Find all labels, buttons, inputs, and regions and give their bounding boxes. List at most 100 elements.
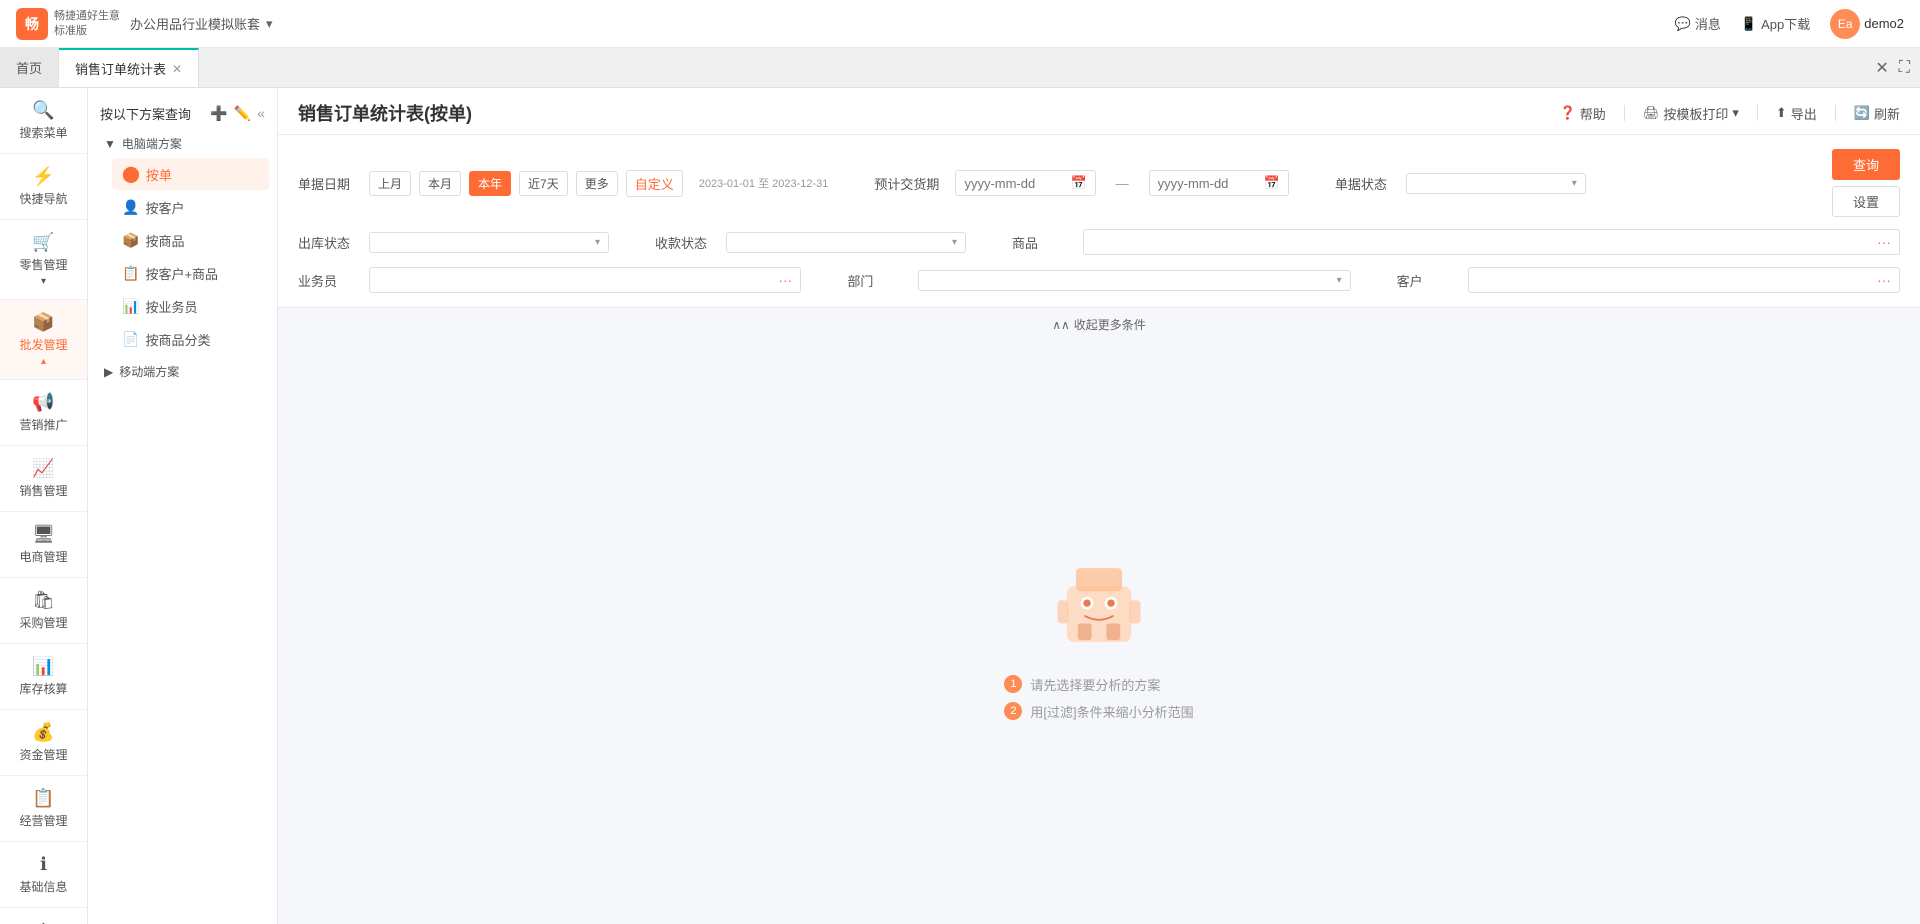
breadcrumb-dropdown-icon[interactable]: ▾: [266, 16, 273, 32]
customer-more-icon[interactable]: ···: [1877, 272, 1891, 288]
bill-status-dropdown-icon: ▾: [1572, 178, 1577, 189]
message-icon: 💬: [1675, 16, 1691, 32]
download-icon: 📱: [1741, 16, 1757, 32]
avatar: Ea: [1830, 9, 1860, 39]
scheme-item-by-order[interactable]: ⬤ 按单: [112, 158, 269, 190]
retail-icon: 🛒: [32, 232, 54, 253]
sidebar-item-base-info[interactable]: ℹ 基础信息: [0, 842, 87, 908]
divider-1: [1624, 105, 1625, 121]
search-icon: 🔍: [32, 100, 54, 121]
wholesale-icon: 📦: [32, 312, 54, 333]
customer-input-wrapper[interactable]: ···: [1468, 267, 1900, 293]
collapse-bar[interactable]: ∧∧ 收起更多条件: [278, 308, 1920, 341]
date-btn-last-month[interactable]: 上月: [369, 171, 411, 196]
sidebar-item-operation[interactable]: 📋 经营管理: [0, 776, 87, 842]
sidebar-item-search[interactable]: 🔍 搜索菜单: [0, 88, 87, 154]
date-separator: —: [1116, 176, 1129, 191]
hint-num-1: 1: [1004, 675, 1022, 693]
empty-hint-1: 1 请先选择要分析的方案: [1004, 675, 1193, 694]
expected-date-start-input[interactable]: 📅: [955, 170, 1095, 196]
goods-input-wrapper[interactable]: ···: [1083, 229, 1900, 255]
setting-button[interactable]: 设置: [1832, 186, 1900, 217]
marketing-icon: 📢: [32, 392, 54, 413]
bill-status-select[interactable]: ▾: [1406, 173, 1586, 194]
logo-area: 畅 畅捷通好生意 标准版: [16, 8, 120, 40]
expected-start-field[interactable]: [964, 176, 1064, 191]
delivery-status-dropdown-icon: ▾: [595, 237, 600, 248]
collapse-bar-content: ∧∧ 收起更多条件: [1052, 316, 1146, 333]
date-range-text: 2023-01-01 至 2023-12-31: [699, 175, 829, 191]
scheme-item-by-customer[interactable]: 👤 按客户: [112, 192, 269, 223]
sidebar-item-sales[interactable]: 📈 销售管理: [0, 446, 87, 512]
add-scheme-button[interactable]: ➕: [210, 105, 227, 122]
sidebar-item-quick-nav[interactable]: ⚡ 快捷导航: [0, 154, 87, 220]
sidebar-label-operation: 经营管理: [19, 812, 67, 829]
salesman-input-wrapper[interactable]: ···: [369, 267, 801, 293]
scheme-item-by-salesman-label: 按业务员: [145, 297, 197, 316]
scheme-item-by-customer-label: 按客户: [145, 198, 184, 217]
retail-expand-icon: ▾: [41, 276, 46, 287]
empty-hint-2: 2 用[过滤]条件来缩小分析范围: [1004, 702, 1193, 721]
date-btn-custom[interactable]: 自定义: [626, 170, 683, 197]
export-button[interactable]: ⬆ 导出: [1776, 104, 1817, 123]
sidebar-item-wholesale[interactable]: 📦 批发管理 ▴: [0, 300, 87, 380]
expected-end-field[interactable]: [1158, 176, 1258, 191]
edit-scheme-button[interactable]: ✏️: [234, 105, 251, 122]
refresh-button[interactable]: 🔄 刷新: [1854, 104, 1900, 123]
query-button[interactable]: 查询: [1832, 149, 1900, 180]
page-title-bar: 销售订单统计表(按单) ❓ 帮助 🖨 按模板打印 ▾ ⬆: [278, 88, 1920, 135]
sidebar-item-finance[interactable]: 💰 资金管理: [0, 710, 87, 776]
date-btn-last7[interactable]: 近7天: [519, 171, 568, 196]
date-btn-this-year[interactable]: 本年: [469, 171, 511, 196]
sidebar-label-base-info: 基础信息: [19, 878, 67, 895]
app-download-button[interactable]: 📱 App下载: [1741, 14, 1810, 33]
delivery-status-select[interactable]: ▾: [369, 232, 609, 253]
left-panel-header: 按以下方案查询 ➕ ✏️ «: [88, 98, 277, 129]
empty-svg: [1039, 545, 1159, 665]
scheme-group-pc-title[interactable]: ▼ 电脑端方案: [96, 129, 269, 158]
tab-fullscreen-icon[interactable]: ⛶: [1899, 59, 1910, 77]
sidebar-item-retail[interactable]: 🛒 零售管理 ▾: [0, 220, 87, 300]
sidebar-item-ecommerce[interactable]: 🖥 电商管理: [0, 512, 87, 578]
base-info-icon: ℹ: [40, 854, 47, 875]
hint-text-1: 请先选择要分析的方案: [1030, 675, 1160, 694]
scheme-item-by-cust-goods[interactable]: 📋 按客户+商品: [112, 258, 269, 289]
date-btn-more[interactable]: 更多: [576, 171, 618, 196]
scheme-items-pc: ⬤ 按单 👤 按客户 📦 按商品 📋 按客户+商品: [96, 158, 269, 355]
date-btn-this-month[interactable]: 本月: [419, 171, 461, 196]
scheme-item-by-salesman[interactable]: 📊 按业务员: [112, 291, 269, 322]
main-layout: 🔍 搜索菜单 ⚡ 快捷导航 🛒 零售管理 ▾ 📦 批发管理 ▴ 📢 营销推广 📈…: [0, 88, 1920, 924]
filter-row-3: 业务员 ··· 部门 ▾ 客户 ···: [298, 267, 1900, 293]
goods-more-icon[interactable]: ···: [1877, 234, 1891, 250]
tab-home[interactable]: 首页: [0, 48, 59, 87]
refresh-icon: 🔄: [1854, 105, 1870, 121]
filter-row-1: 单据日期 上月 本月 本年 近7天 更多 自定义 2023-01-01 至 20…: [298, 149, 1900, 217]
sidebar-item-sys-mgmt[interactable]: ⚙ 系统管理: [0, 908, 87, 924]
dept-dropdown-icon: ▾: [1337, 275, 1342, 286]
by-cust-goods-icon: 📋: [122, 265, 139, 282]
help-button[interactable]: ❓ 帮助: [1560, 104, 1606, 123]
expected-date-end-input[interactable]: 📅: [1149, 170, 1289, 196]
scheme-item-by-category[interactable]: 📄 按商品分类: [112, 324, 269, 355]
scheme-item-by-goods[interactable]: 📦 按商品: [112, 225, 269, 256]
tab-close-all-icon[interactable]: ✕: [1875, 58, 1888, 78]
tab-sales-stat[interactable]: 销售订单统计表 ✕: [59, 48, 199, 87]
left-panel-title: 按以下方案查询: [100, 104, 191, 123]
user-area[interactable]: Ea demo2: [1830, 9, 1904, 39]
tab-close-button[interactable]: ✕: [172, 62, 182, 76]
dept-select[interactable]: ▾: [918, 270, 1350, 291]
sidebar: 🔍 搜索菜单 ⚡ 快捷导航 🛒 零售管理 ▾ 📦 批发管理 ▴ 📢 营销推广 📈…: [0, 88, 88, 924]
sidebar-item-inventory[interactable]: 📊 库存核算: [0, 644, 87, 710]
customer-label: 客户: [1397, 271, 1452, 290]
sidebar-item-marketing[interactable]: 📢 营销推广: [0, 380, 87, 446]
template-print-button[interactable]: 🖨 按模板打印 ▾: [1643, 104, 1739, 123]
bill-date-label: 单据日期: [298, 174, 353, 193]
payment-status-select[interactable]: ▾: [726, 232, 966, 253]
message-button[interactable]: 💬 消息: [1675, 14, 1721, 33]
collapse-panel-button[interactable]: «: [257, 105, 265, 122]
right-panel: 销售订单统计表(按单) ❓ 帮助 🖨 按模板打印 ▾ ⬆: [278, 88, 1920, 924]
salesman-more-icon[interactable]: ···: [778, 272, 792, 288]
by-goods-icon: 📦: [122, 232, 139, 249]
sidebar-item-purchase[interactable]: 🛍 采购管理: [0, 578, 87, 644]
scheme-group-mobile-title[interactable]: ▶ 移动端方案: [96, 357, 269, 386]
